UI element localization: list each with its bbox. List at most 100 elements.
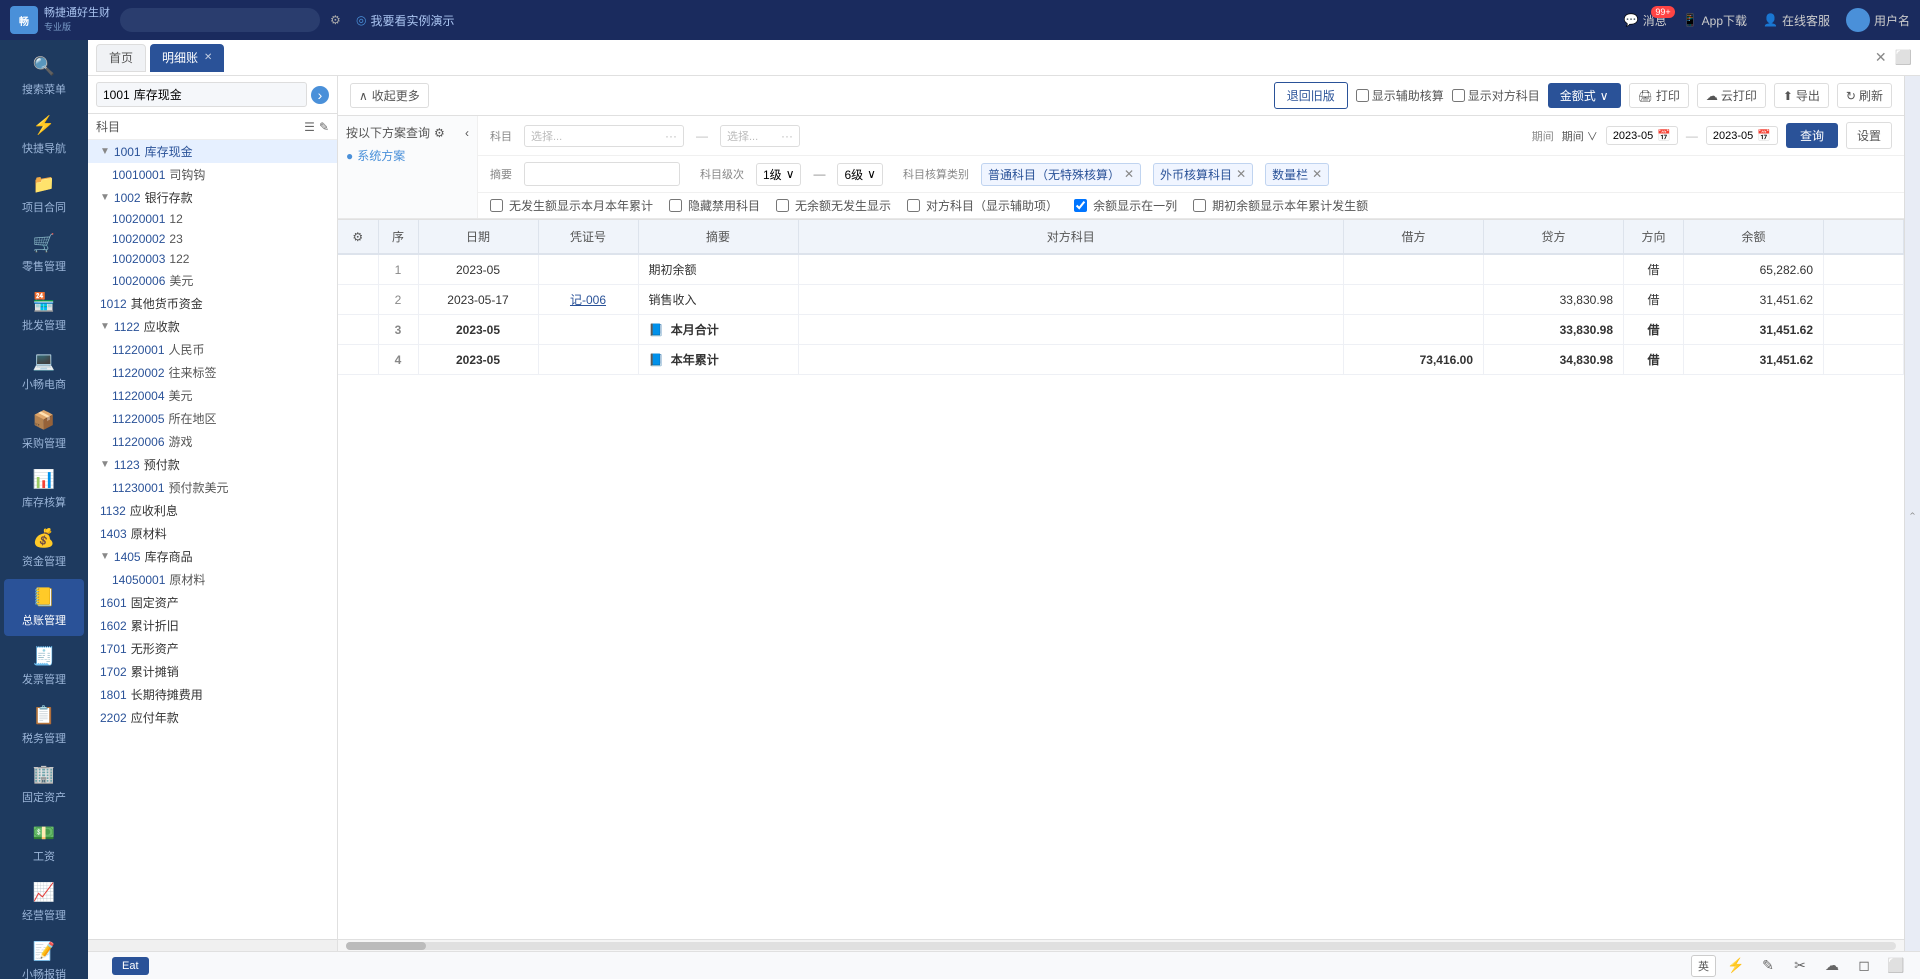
- tree-node-1122[interactable]: ▼ 1122 应收款: [88, 315, 337, 338]
- check-no-balance-input[interactable]: [490, 199, 503, 212]
- tree-node-1403[interactable]: 1403 原材料: [88, 522, 337, 545]
- system-scheme-btn[interactable]: ● 系统方案: [346, 147, 469, 164]
- tree-node-1123[interactable]: ▼ 1123 预付款: [88, 453, 337, 476]
- sidebar-item-invoice[interactable]: 🧾 发票管理: [4, 638, 84, 695]
- filter-tag-normal-close[interactable]: ✕: [1124, 167, 1134, 181]
- sidebar-item-retail[interactable]: 🛒 零售管理: [4, 225, 84, 282]
- export-btn[interactable]: ⬆ 导出: [1774, 83, 1829, 108]
- settings-icon[interactable]: ⚙: [330, 13, 344, 27]
- sidebar-item-salary[interactable]: 💵 工资: [4, 815, 84, 872]
- return-old-btn[interactable]: 退回旧版: [1274, 82, 1348, 109]
- side-collapse-btn[interactable]: ‹: [1904, 76, 1920, 951]
- period-start-input[interactable]: 2023-05 📅: [1606, 126, 1678, 145]
- tab-close-icon[interactable]: ✕: [204, 52, 212, 63]
- show-aux-check[interactable]: 显示辅助核算: [1356, 87, 1444, 104]
- check-no-balance-show[interactable]: 无余额无发生显示: [776, 197, 891, 214]
- online-service-btn[interactable]: 👤 在线客服: [1763, 12, 1830, 29]
- expand-btn[interactable]: ∧ 收起更多: [350, 83, 429, 108]
- scheme-settings-icon[interactable]: ⚙: [434, 126, 445, 140]
- cloud-print-btn[interactable]: ☁ 云打印: [1697, 83, 1766, 108]
- check-no-balance-show-input[interactable]: [776, 199, 789, 212]
- tree-node-10020003[interactable]: 10020003 122: [88, 249, 337, 269]
- status-icon-6[interactable]: ⬜: [1884, 954, 1908, 978]
- show-aux-checkbox[interactable]: [1356, 89, 1369, 102]
- nav-arrow-btn[interactable]: ›: [311, 86, 329, 104]
- tree-node-1132[interactable]: 1132 应收利息: [88, 499, 337, 522]
- voucher-link[interactable]: 记-006: [570, 293, 606, 307]
- sidebar-item-project[interactable]: 📁 项目合同: [4, 166, 84, 223]
- period-type-select[interactable]: 期间 ∨: [1562, 128, 1598, 144]
- window-max-btn[interactable]: ⬜: [1895, 49, 1912, 66]
- scroll-thumb[interactable]: [346, 942, 426, 950]
- sidebar-item-report[interactable]: 📝 小畅报销: [4, 933, 84, 979]
- sidebar-item-purchase[interactable]: 📦 采购管理: [4, 402, 84, 459]
- tree-node-11220002[interactable]: 11220002 往来标签: [88, 361, 337, 384]
- col-gear-header[interactable]: ⚙: [338, 220, 378, 254]
- filter-tag-quantity-close[interactable]: ✕: [1312, 167, 1322, 181]
- tree-node-11220001[interactable]: 11220001 人民币: [88, 338, 337, 361]
- row-gear[interactable]: [338, 254, 378, 285]
- row-gear[interactable]: [338, 345, 378, 375]
- level-start-select[interactable]: 1级 ∨: [756, 163, 801, 186]
- tree-node-1001[interactable]: ▼ 1001 库存现金: [88, 140, 337, 163]
- tree-scroll[interactable]: [88, 939, 337, 951]
- check-opposite-show[interactable]: 对方科目（显示辅助项）: [907, 197, 1058, 214]
- tree-list-icon[interactable]: ☰: [304, 120, 315, 134]
- tree-node-10010001[interactable]: 10010001 司钩钩: [88, 163, 337, 186]
- tree-node-1602[interactable]: 1602 累计折旧: [88, 614, 337, 637]
- sidebar-item-assets[interactable]: 🏢 固定资产: [4, 756, 84, 813]
- tree-node-1012[interactable]: 1012 其他货币资金: [88, 292, 337, 315]
- tree-node-1701[interactable]: 1701 无形资产: [88, 637, 337, 660]
- row-gear[interactable]: [338, 285, 378, 315]
- check-no-balance[interactable]: 无发生额显示本月本年累计: [490, 197, 653, 214]
- print-btn[interactable]: 🖨 打印: [1629, 83, 1689, 108]
- sidebar-item-inventory[interactable]: 📊 库存核算: [4, 461, 84, 518]
- tree-node-1801[interactable]: 1801 长期待摊费用: [88, 683, 337, 706]
- tree-node-1702[interactable]: 1702 累计摊销: [88, 660, 337, 683]
- scheme-collapse-icon[interactable]: ‹: [465, 126, 469, 140]
- check-opposite-show-input[interactable]: [907, 199, 920, 212]
- style-btn[interactable]: 金额式 ∨: [1548, 83, 1621, 108]
- check-hide-disabled-input[interactable]: [669, 199, 682, 212]
- status-icon-1[interactable]: ⚡: [1724, 954, 1748, 978]
- sidebar-item-quick[interactable]: ⚡ 快捷导航: [4, 107, 84, 164]
- status-icon-4[interactable]: ☁: [1820, 954, 1844, 978]
- check-balance-one-row-input[interactable]: [1074, 199, 1087, 212]
- tree-node-1601[interactable]: 1601 固定资产: [88, 591, 337, 614]
- topbar-search[interactable]: [120, 8, 320, 32]
- sidebar-item-ecommerce[interactable]: 💻 小畅电商: [4, 343, 84, 400]
- horizontal-scrollbar[interactable]: [338, 939, 1904, 951]
- tree-node-2202[interactable]: 2202 应付年款: [88, 706, 337, 729]
- account-selector[interactable]: 1001 库存现金: [96, 82, 307, 107]
- app-download-btn[interactable]: 📱 App下载: [1683, 12, 1747, 29]
- row-voucher[interactable]: 记-006: [538, 285, 638, 315]
- tree-edit-icon[interactable]: ✎: [319, 120, 329, 134]
- tree-node-14050001[interactable]: 14050001 原材料: [88, 568, 337, 591]
- subject-input[interactable]: 选择... ···: [524, 125, 684, 147]
- period-end-input[interactable]: 2023-05 📅: [1706, 126, 1778, 145]
- sidebar-item-accounting[interactable]: 📒 总账管理: [4, 579, 84, 636]
- tab-home[interactable]: 首页: [96, 44, 146, 72]
- tree-node-1002[interactable]: ▼ 1002 银行存款: [88, 186, 337, 209]
- tree-node-1405[interactable]: ▼ 1405 库存商品: [88, 545, 337, 568]
- show-opposite-checkbox[interactable]: [1452, 89, 1465, 102]
- tree-node-10020006[interactable]: 10020006 美元: [88, 269, 337, 292]
- sidebar-item-wholesale[interactable]: 🏪 批发管理: [4, 284, 84, 341]
- sidebar-item-operations[interactable]: 📈 经营管理: [4, 874, 84, 931]
- status-icon-3[interactable]: ✂: [1788, 954, 1812, 978]
- check-show-ytd-input[interactable]: [1193, 199, 1206, 212]
- user-avatar[interactable]: 用户名: [1846, 8, 1910, 32]
- check-hide-disabled[interactable]: 隐藏禁用科目: [669, 197, 760, 214]
- tree-node-11230001[interactable]: 11230001 预付款美元: [88, 476, 337, 499]
- lang-switch-btn[interactable]: 英: [1691, 955, 1716, 977]
- tree-node-10020001[interactable]: 10020001 12: [88, 209, 337, 229]
- tree-node-10020002[interactable]: 10020002 23: [88, 229, 337, 249]
- window-close-btn[interactable]: ✕: [1875, 49, 1887, 66]
- row-gear[interactable]: [338, 315, 378, 345]
- eat-btn[interactable]: Eat: [112, 957, 149, 975]
- message-btn[interactable]: 💬 消息 99+: [1624, 12, 1667, 29]
- query-btn[interactable]: 查询: [1786, 123, 1838, 148]
- tree-node-11220004[interactable]: 11220004 美元: [88, 384, 337, 407]
- sidebar-item-capital[interactable]: 💰 资金管理: [4, 520, 84, 577]
- filter-tag-foreign-close[interactable]: ✕: [1236, 167, 1246, 181]
